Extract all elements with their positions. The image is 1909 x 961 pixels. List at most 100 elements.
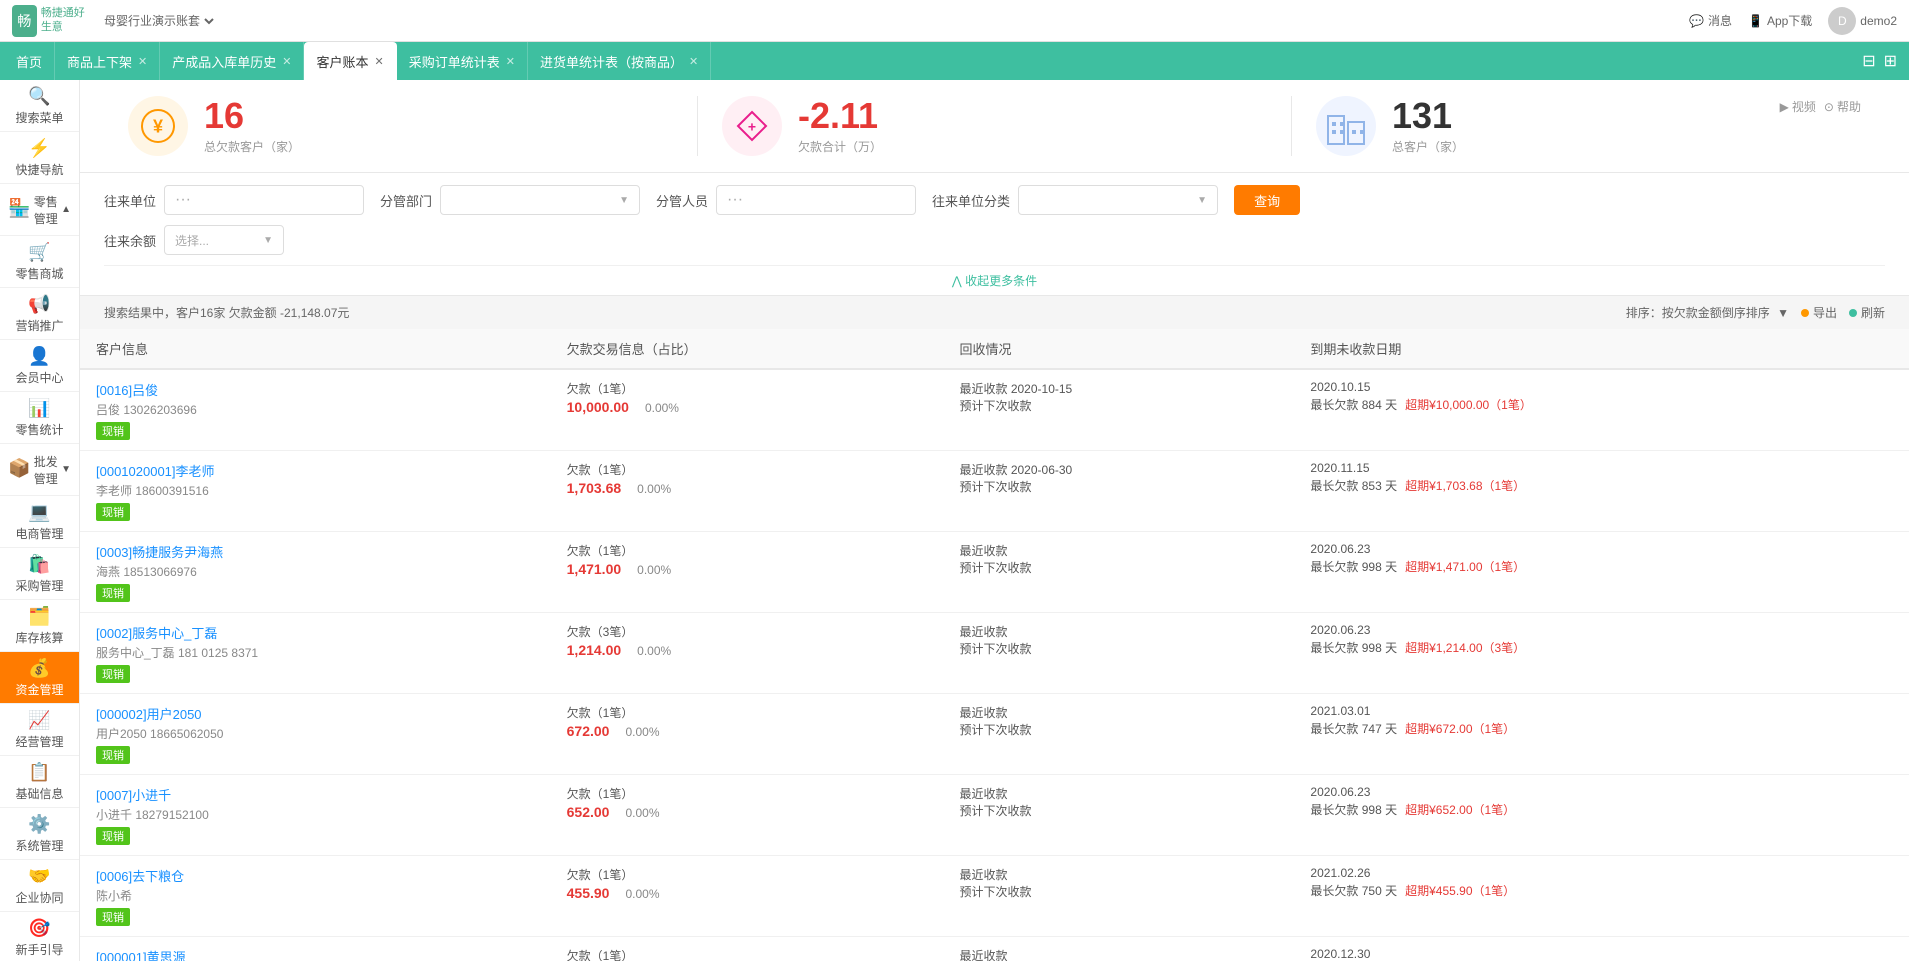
user-avatar[interactable]: D demo2 bbox=[1828, 7, 1897, 35]
due-date-0: 2020.10.15 bbox=[1310, 380, 1893, 394]
sidebar-item-purchase[interactable]: 🛍️ 采购管理 bbox=[0, 548, 79, 600]
cell-callback-4: 最近收款 预计下次收款 bbox=[944, 694, 1295, 775]
cell-customer-3: [0002]服务中心_丁磊 服务中心_丁磊 181 0125 8371 现销 bbox=[80, 613, 551, 694]
sidebar-item-marketing[interactable]: 📢 营销推广 bbox=[0, 288, 79, 340]
tab-close-icon[interactable]: ✕ bbox=[282, 55, 291, 68]
overdue-link-2[interactable]: 超期¥1,471.00（1笔） bbox=[1405, 558, 1525, 575]
overdue-days-4: 最长欠款 747 天 bbox=[1310, 720, 1397, 737]
customer-tag-6: 现销 bbox=[96, 908, 130, 926]
last-collect-0: 最近收款 2020-10-15 bbox=[960, 380, 1279, 397]
retail-icon: 🏪 bbox=[8, 198, 30, 219]
customer-name-link-7[interactable]: [000001]黄思源 bbox=[96, 947, 535, 961]
filter-row-2: 往来余额 选择... ▼ bbox=[104, 225, 1885, 255]
tab-purchase-summary[interactable]: 进货单统计表（按商品） ✕ bbox=[528, 42, 711, 80]
tab-customer-account[interactable]: 客户账本 ✕ bbox=[304, 42, 396, 80]
col-header-callback: 回收情况 bbox=[944, 329, 1295, 369]
stat-card-debtors: ¥ 16 总欠款客户（家） bbox=[104, 96, 698, 156]
sidebar-item-search[interactable]: 🔍 搜索菜单 bbox=[0, 80, 79, 132]
tab-product-history[interactable]: 产成品入库单历史 ✕ bbox=[160, 42, 304, 80]
cell-debt-0: 欠款（1笔） 10,000.00 0.00% bbox=[551, 369, 944, 451]
sidebar-item-operations[interactable]: 📈 经营管理 bbox=[0, 704, 79, 756]
col-header-customer: 客户信息 bbox=[80, 329, 551, 369]
system-selector[interactable]: 母婴行业演示账套 bbox=[100, 13, 217, 29]
app-download-btn[interactable]: 📱 App下载 bbox=[1748, 12, 1812, 29]
filter-select-balance[interactable]: 选择... ▼ bbox=[164, 225, 284, 255]
overdue-link-5[interactable]: 超期¥652.00（1笔） bbox=[1405, 801, 1515, 818]
tab-close-icon[interactable]: ✕ bbox=[689, 55, 698, 68]
customer-name-link-6[interactable]: [0006]去下粮仓 bbox=[96, 866, 535, 885]
next-collect-3: 预计下次收款 bbox=[960, 640, 1279, 657]
sidebar-item-system[interactable]: ⚙️ 系统管理 bbox=[0, 808, 79, 860]
last-collect-6: 最近收款 bbox=[960, 866, 1279, 883]
debt-percent-6: 0.00% bbox=[625, 887, 659, 901]
cell-callback-3: 最近收款 预计下次收款 bbox=[944, 613, 1295, 694]
sidebar-item-collab[interactable]: 🤝 企业协同 bbox=[0, 860, 79, 912]
sidebar-item-nav[interactable]: ⚡ 快捷导航 bbox=[0, 132, 79, 184]
sidebar-item-wholesale[interactable]: 📦 批发管理 ▼ bbox=[0, 444, 79, 496]
sidebar-item-member[interactable]: 👤 会员中心 bbox=[0, 340, 79, 392]
help-btn[interactable]: ⊙ 帮助 bbox=[1824, 98, 1861, 115]
tab-home[interactable]: 首页 bbox=[4, 42, 55, 80]
message-btn[interactable]: 💬 消息 bbox=[1689, 12, 1732, 29]
sidebar-item-guide[interactable]: 🎯 新手引导 bbox=[0, 912, 79, 961]
overdue-link-3[interactable]: 超期¥1,214.00（3笔） bbox=[1405, 639, 1525, 656]
stat-card-total-debt: + -2.11 欠款合计（万） bbox=[698, 96, 1292, 156]
sidebar-item-finance[interactable]: 💰 资金管理 bbox=[0, 652, 79, 704]
customer-name-link-1[interactable]: [0001020001]李老师 bbox=[96, 461, 535, 480]
overdue-link-1[interactable]: 超期¥1,703.68（1笔） bbox=[1405, 477, 1525, 494]
sidebar-item-ecommerce[interactable]: 💻 电商管理 bbox=[0, 496, 79, 548]
next-collect-6: 预计下次收款 bbox=[960, 883, 1279, 900]
stat-icon-total-customers bbox=[1316, 96, 1376, 156]
search-button[interactable]: 查询 bbox=[1234, 185, 1300, 215]
filter-item-unit: 往来单位 ··· bbox=[104, 185, 364, 215]
avatar-icon: D bbox=[1828, 7, 1856, 35]
filter-select-category[interactable]: ▼ bbox=[1018, 185, 1218, 215]
cell-due-2: 2020.06.23 最长欠款 998 天 超期¥1,471.00（1笔） bbox=[1294, 532, 1909, 613]
filter-input-person[interactable]: ··· bbox=[716, 185, 916, 215]
search-icon: 🔍 bbox=[28, 86, 50, 107]
overdue-link-0[interactable]: 超期¥10,000.00（1笔） bbox=[1405, 396, 1532, 413]
tab-close-icon[interactable]: ✕ bbox=[375, 55, 384, 68]
table-row: [000002]用户2050 用户2050 18665062050 现销 欠款（… bbox=[80, 694, 1909, 775]
tab-close-icon[interactable]: ✕ bbox=[138, 55, 147, 68]
overdue-link-6[interactable]: 超期¥455.90（1笔） bbox=[1405, 882, 1515, 899]
sidebar-item-basic-info[interactable]: 📋 基础信息 bbox=[0, 756, 79, 808]
filter-input-unit[interactable]: ··· bbox=[164, 185, 364, 215]
customer-tag-2: 现销 bbox=[96, 584, 130, 602]
debt-count-1: 欠款（1笔） bbox=[567, 461, 928, 478]
customer-name-link-3[interactable]: [0002]服务中心_丁磊 bbox=[96, 623, 535, 642]
top-right-actions: 💬 消息 📱 App下载 D demo2 bbox=[1689, 7, 1897, 35]
tab-purchase-order[interactable]: 采购订单统计表 ✕ bbox=[397, 42, 528, 80]
filter-select-dept[interactable]: ▼ bbox=[440, 185, 640, 215]
export-btn[interactable]: 导出 bbox=[1801, 304, 1837, 321]
overdue-days-1: 最长欠款 853 天 bbox=[1310, 477, 1397, 494]
customer-name-link-4[interactable]: [000002]用户2050 bbox=[96, 704, 535, 723]
refresh-btn[interactable]: 刷新 bbox=[1849, 304, 1885, 321]
debt-amount-3: 1,214.00 bbox=[567, 642, 622, 658]
overdue-link-4[interactable]: 超期¥672.00（1笔） bbox=[1405, 720, 1515, 737]
customer-name-link-5[interactable]: [0007]小进千 bbox=[96, 785, 535, 804]
collapse-filter-btn[interactable]: ⋀ 收起更多条件 bbox=[104, 265, 1885, 295]
sort-arrow-icon[interactable]: ▼ bbox=[1777, 306, 1789, 320]
tab-close-icon[interactable]: ✕ bbox=[506, 55, 515, 68]
sidebar-item-retail-mgmt[interactable]: 🏪 零售管理 ▲ bbox=[0, 184, 79, 236]
sidebar: 🔍 搜索菜单 ⚡ 快捷导航 🏪 零售管理 ▲ 🛒 零售商城 📢 营销推广 👤 会… bbox=[0, 80, 80, 961]
debt-amount-5: 652.00 bbox=[567, 804, 610, 820]
filter-label-dept: 分管部门 bbox=[380, 191, 432, 210]
customer-contact-5: 小进千 18279152100 bbox=[96, 806, 535, 823]
system-icon: ⚙️ bbox=[28, 814, 50, 835]
diamond-icon: + bbox=[734, 108, 770, 144]
customer-name-link-2[interactable]: [0003]畅捷服务尹海燕 bbox=[96, 542, 535, 561]
tab-product-listing[interactable]: 商品上下架 ✕ bbox=[55, 42, 160, 80]
tab-maximize-icon[interactable]: ⊞ bbox=[1884, 51, 1897, 71]
next-collect-2: 预计下次收款 bbox=[960, 559, 1279, 576]
stat-icon-total-debt: + bbox=[722, 96, 782, 156]
sidebar-item-retail-mall[interactable]: 🛒 零售商城 bbox=[0, 236, 79, 288]
cell-debt-4: 欠款（1笔） 672.00 0.00% bbox=[551, 694, 944, 775]
sidebar-item-retail-stats[interactable]: 📊 零售统计 bbox=[0, 392, 79, 444]
customer-name-link-0[interactable]: [0016]吕俊 bbox=[96, 380, 535, 399]
tab-minimize-icon[interactable]: ⊟ bbox=[1862, 51, 1875, 71]
video-btn[interactable]: ▶ 视频 bbox=[1780, 98, 1816, 115]
debt-count-4: 欠款（1笔） bbox=[567, 704, 928, 721]
sidebar-item-inventory[interactable]: 🗂️ 库存核算 bbox=[0, 600, 79, 652]
